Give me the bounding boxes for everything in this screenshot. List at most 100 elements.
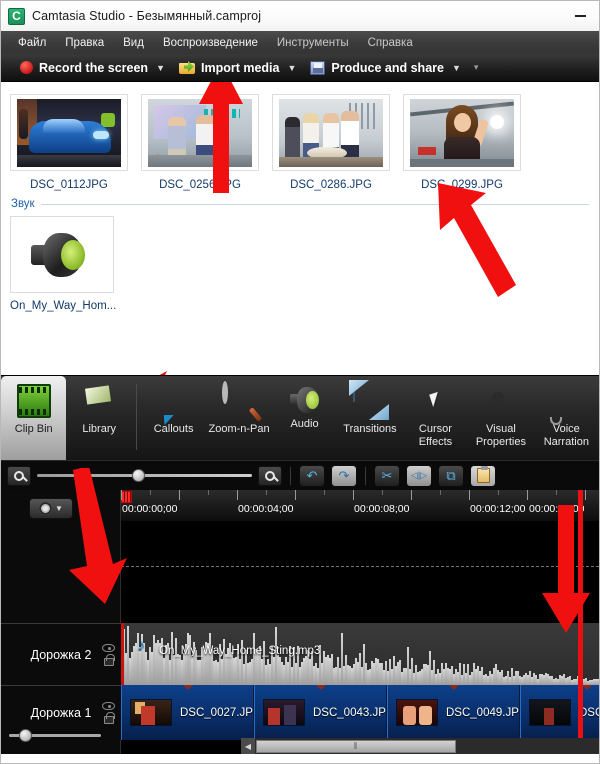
clip-bin-item[interactable]: DSC_0112JPG bbox=[10, 94, 128, 191]
redo-button[interactable]: ↷ bbox=[331, 464, 357, 487]
ruler-tick bbox=[440, 490, 441, 495]
tab-visual-properties[interactable]: Visual Properties bbox=[468, 376, 533, 460]
clip-bin-item[interactable]: DSC_0286.JPG bbox=[272, 94, 390, 191]
timeline-scrollbar[interactable]: ◀ ⦀ bbox=[241, 738, 599, 754]
ruler-time-label: 00:00:16;00 bbox=[529, 503, 585, 515]
clip-bin-item-label: DSC_0299.JPG bbox=[421, 179, 503, 191]
clip-thumbnail bbox=[396, 699, 438, 726]
tool-divider bbox=[135, 384, 137, 450]
speaker-icon bbox=[31, 232, 93, 277]
menu-item-edit[interactable]: Правка bbox=[56, 34, 113, 52]
split-button[interactable]: ◁|▷ bbox=[406, 464, 432, 487]
tab-callouts[interactable]: Callouts bbox=[141, 376, 206, 460]
menu-item-help[interactable]: Справка bbox=[359, 34, 422, 52]
menu-bar: Файл Правка Вид Воспроизведение Инструме… bbox=[1, 31, 599, 54]
zoom-in-button[interactable] bbox=[258, 465, 282, 486]
transition-notch bbox=[182, 685, 193, 690]
tab-transitions[interactable]: Transitions bbox=[337, 376, 402, 460]
timeline-tracks-area[interactable]: On_My_Way_Home_Sting.mp3 DSC_0027.JPG DS… bbox=[121, 522, 599, 754]
thumbnail-frame[interactable] bbox=[10, 94, 128, 171]
timeline-video-clip[interactable]: DSC_0027.JPG bbox=[121, 685, 254, 740]
playhead-line[interactable] bbox=[578, 490, 583, 738]
toolbar-overflow-icon[interactable]: ▾ bbox=[474, 62, 479, 73]
music-note-icon bbox=[137, 637, 148, 656]
slider-knob[interactable] bbox=[131, 469, 145, 482]
timeline-video-clip[interactable]: DSC_0049.JPG bbox=[387, 685, 520, 740]
ruler-tick bbox=[121, 490, 122, 500]
ruler-tick bbox=[498, 490, 499, 495]
visual-properties-icon bbox=[484, 384, 518, 418]
record-caret-icon[interactable]: ▼ bbox=[156, 63, 165, 73]
timeline-video-clip[interactable]: DSC_0... bbox=[520, 685, 599, 740]
timeline-audio-clip[interactable]: On_My_Way_Home_Sting.mp3 bbox=[121, 623, 599, 685]
tool-tab-strip: Clip Bin Library Callouts Zoom-n-Pan Aud… bbox=[1, 375, 599, 460]
group-divider bbox=[40, 203, 589, 205]
clip-bin-audio-label: On_My_Way_Hom... bbox=[10, 300, 117, 312]
thumbnail-frame[interactable] bbox=[272, 94, 390, 171]
menu-item-tools[interactable]: Инструменты bbox=[268, 34, 358, 52]
ruler-tick bbox=[411, 490, 412, 500]
redo-icon: ↷ bbox=[338, 467, 350, 483]
clip-bin-item[interactable]: DSC_0256.JPG bbox=[141, 94, 259, 191]
lock-icon[interactable] bbox=[103, 712, 115, 724]
import-caret-icon[interactable]: ▼ bbox=[288, 63, 297, 73]
timeline-ruler[interactable]: 00:00:00;00 00:00:04;00 00:00:08;00 00:0… bbox=[121, 490, 599, 522]
ruler-time-label: 00:00:04;00 bbox=[238, 503, 294, 515]
camtasia-window: C Camtasia Studio - Безымянный.camproj Ф… bbox=[0, 0, 600, 764]
audio-group-header: Звук bbox=[1, 191, 599, 210]
clip-bin-audio-item[interactable]: On_My_Way_Hom... bbox=[10, 216, 117, 312]
produce-caret-icon[interactable]: ▼ bbox=[452, 63, 461, 73]
video-track-row: DSC_0027.JPG DSC_0043.JPG DSC_0049.JPG D… bbox=[121, 685, 599, 740]
eye-icon[interactable] bbox=[102, 702, 115, 710]
track-height-slider[interactable] bbox=[9, 728, 101, 742]
window-title: Camtasia Studio - Безымянный.camproj bbox=[32, 9, 262, 23]
audio-thumbnail-frame[interactable] bbox=[10, 216, 114, 293]
clip-bin-item[interactable]: DSC_0299.JPG bbox=[403, 94, 521, 191]
audio-level-line bbox=[121, 566, 599, 567]
zoom-out-button[interactable] bbox=[7, 465, 31, 486]
copy-button[interactable]: ⧉ bbox=[438, 464, 464, 487]
ruler-time-label: 00:00:08;00 bbox=[354, 503, 410, 515]
paste-button[interactable] bbox=[470, 464, 496, 487]
thumbnail-frame[interactable] bbox=[141, 94, 259, 171]
clip-start-marker bbox=[121, 623, 124, 685]
slider-knob[interactable] bbox=[19, 728, 32, 742]
minimize-button[interactable] bbox=[567, 5, 593, 27]
thumbnail-image-car bbox=[17, 98, 121, 167]
thumbnail-image-booth bbox=[148, 98, 252, 167]
tab-voice-narration[interactable]: Voice Narration bbox=[534, 376, 599, 460]
tab-clip-bin[interactable]: Clip Bin bbox=[1, 376, 67, 460]
thumbnail-image-portrait bbox=[410, 98, 514, 167]
menu-item-playback[interactable]: Воспроизведение bbox=[154, 34, 267, 52]
timeline-options-button[interactable]: ▼ bbox=[29, 498, 73, 519]
track-header-2[interactable]: Дорожка 2 bbox=[1, 623, 121, 685]
track-toggles bbox=[102, 702, 115, 724]
ruler-tick bbox=[324, 490, 325, 495]
record-the-screen-button[interactable]: Record the screen ▼ bbox=[13, 59, 172, 77]
tab-cursor-effects[interactable]: Cursor Effects bbox=[403, 376, 468, 460]
playhead-handle[interactable] bbox=[121, 491, 132, 503]
toolbar-divider bbox=[365, 466, 366, 485]
tab-zoom-n-pan[interactable]: Zoom-n-Pan bbox=[206, 376, 271, 460]
thumbnail-frame[interactable] bbox=[403, 94, 521, 171]
menu-item-view[interactable]: Вид bbox=[114, 34, 153, 52]
scrollbar-thumb[interactable]: ⦀ bbox=[256, 739, 456, 753]
scroll-left-arrow-icon[interactable]: ◀ bbox=[241, 738, 255, 754]
cut-button[interactable]: ✂ bbox=[374, 464, 400, 487]
produce-and-share-button[interactable]: Produce and share ▼ bbox=[303, 59, 467, 77]
produce-disk-icon bbox=[310, 60, 326, 75]
timeline-zoom-slider[interactable] bbox=[37, 466, 252, 486]
timeline-video-clip[interactable]: DSC_0043.JPG bbox=[254, 685, 387, 740]
eye-icon[interactable] bbox=[102, 643, 115, 652]
tab-label: Cursor Effects bbox=[418, 423, 453, 448]
undo-button[interactable]: ↶ bbox=[299, 464, 325, 487]
import-media-button[interactable]: Import media ▼ bbox=[172, 59, 303, 77]
lock-icon[interactable] bbox=[103, 653, 115, 666]
menu-item-file[interactable]: Файл bbox=[9, 34, 55, 52]
split-icon: ◁|▷ bbox=[410, 470, 428, 480]
tab-library[interactable]: Library bbox=[66, 376, 131, 460]
record-icon bbox=[20, 61, 33, 74]
ruler-tick bbox=[150, 490, 151, 495]
ruler-tick bbox=[585, 490, 586, 500]
tab-audio[interactable]: Audio bbox=[272, 376, 337, 460]
